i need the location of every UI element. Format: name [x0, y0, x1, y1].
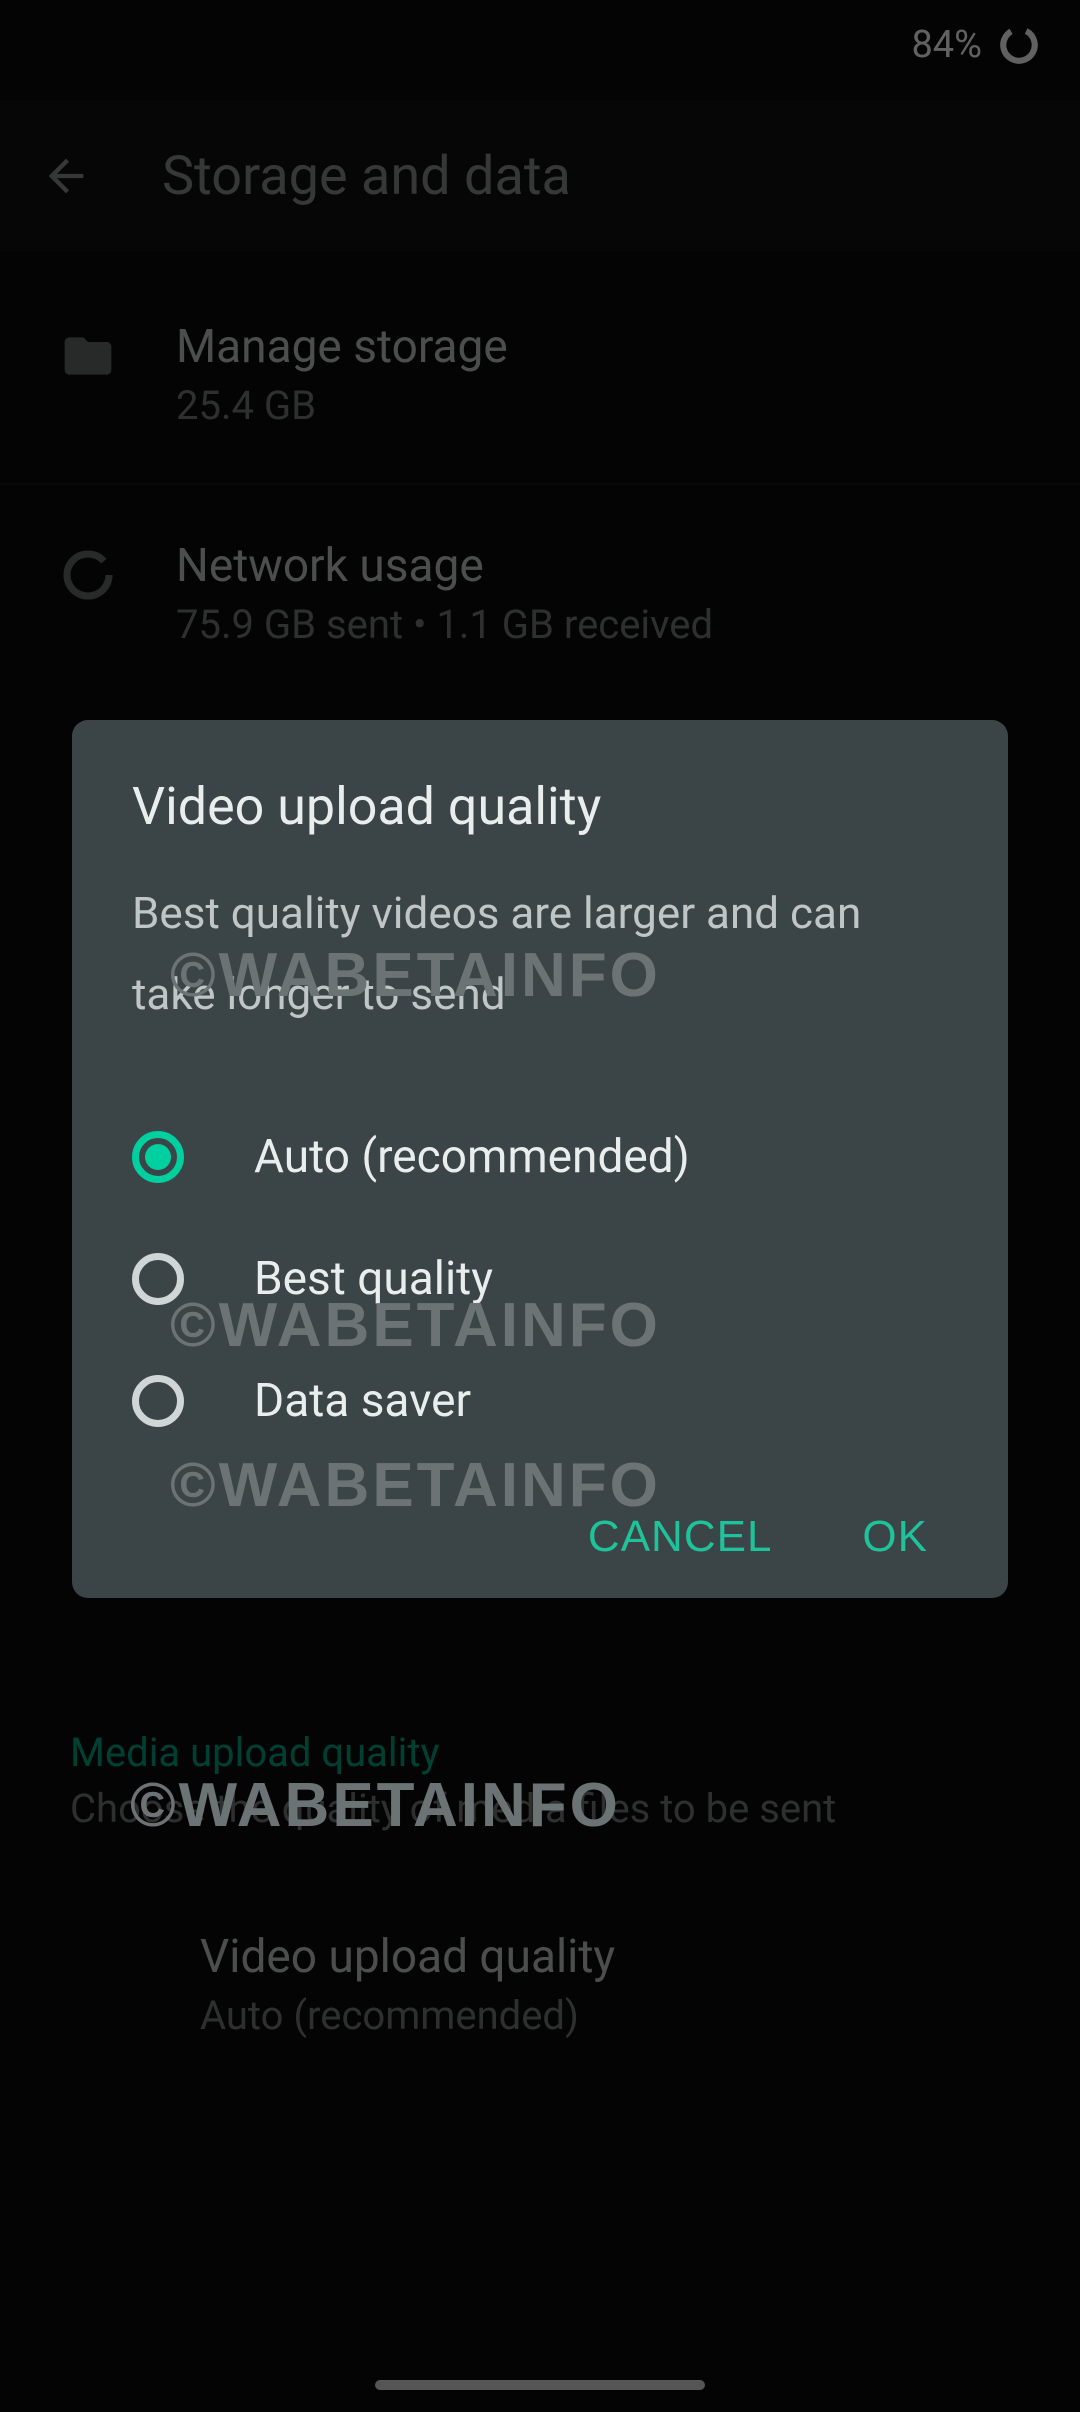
watermark: ©WABETAINFO	[170, 940, 661, 1011]
ok-button[interactable]: OK	[862, 1512, 928, 1562]
radio-label-auto: Auto (recommended)	[254, 1130, 690, 1184]
watermark: ©WABETAINFO	[170, 1290, 661, 1361]
radio-icon	[132, 1375, 184, 1427]
radio-label-saver: Data saver	[254, 1374, 471, 1428]
watermark: ©WABETAINFO	[130, 1770, 621, 1841]
radio-option-auto[interactable]: Auto (recommended)	[132, 1096, 948, 1218]
watermark: ©WABETAINFO	[170, 1450, 661, 1521]
home-indicator[interactable]	[375, 2380, 705, 2390]
dialog-title: Video upload quality	[132, 776, 948, 837]
radio-icon	[132, 1131, 184, 1183]
